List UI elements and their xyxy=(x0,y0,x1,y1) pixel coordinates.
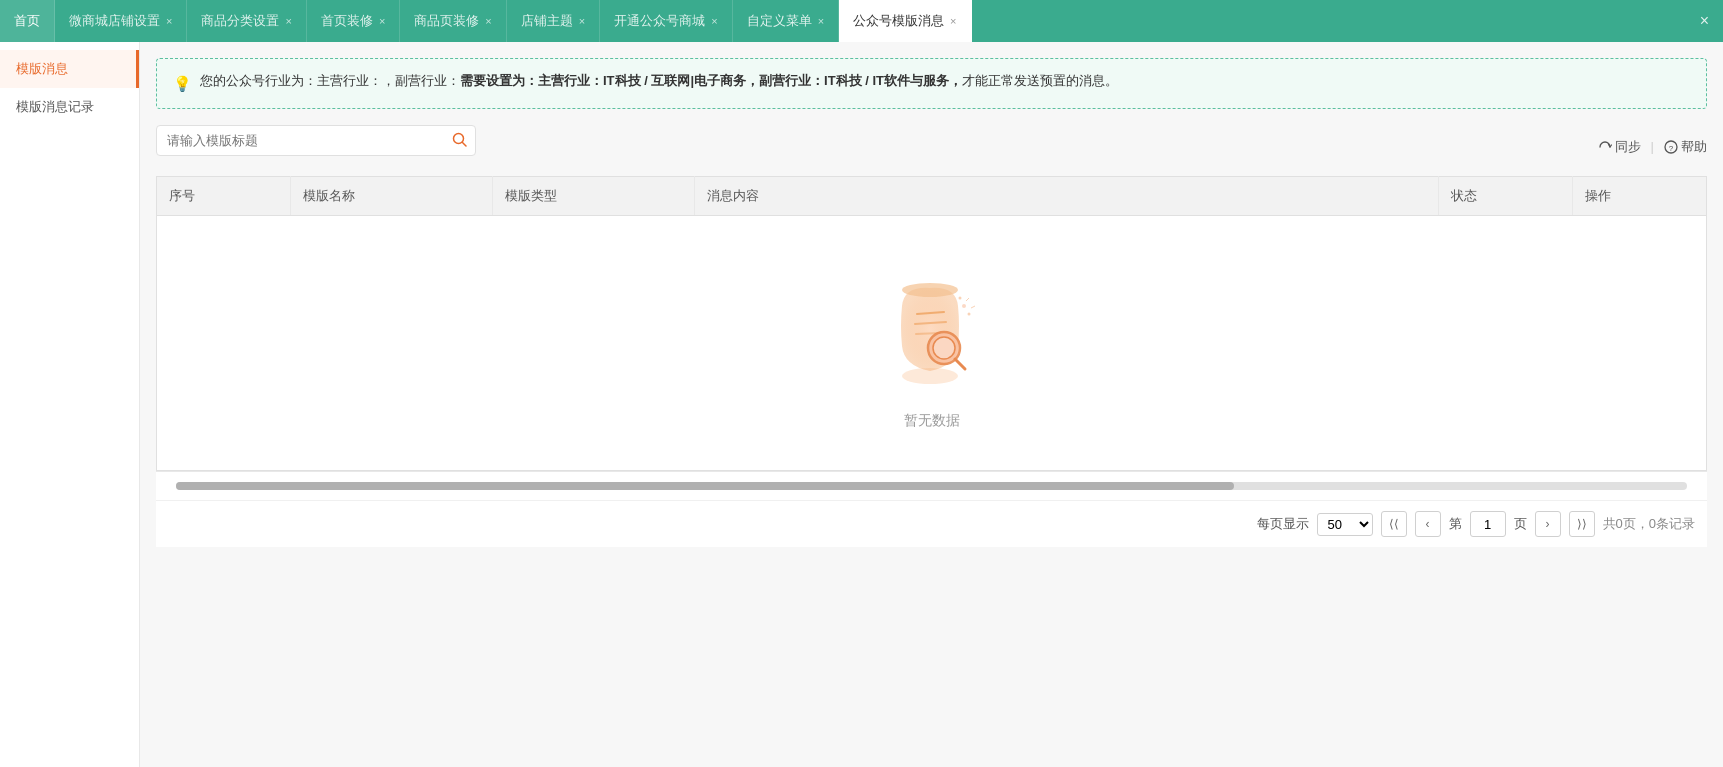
prev-page-button[interactable]: ‹ xyxy=(1415,511,1441,537)
nav-tab-product-decor-label: 商品页装修 xyxy=(414,12,479,30)
help-icon: ? xyxy=(1664,140,1678,154)
nav-tab-weshop-settings-label: 微商城店铺设置 xyxy=(69,12,160,30)
col-header-type: 模版类型 xyxy=(493,177,695,216)
industry-alert: 💡 您的公众号行业为：主营行业：，副营行业：需要设置为：主营行业：IT科技 / … xyxy=(156,58,1707,109)
sidebar-item-template-message-records-label: 模版消息记录 xyxy=(16,99,94,114)
sync-button[interactable]: 同步 xyxy=(1598,138,1641,156)
help-button[interactable]: ? 帮助 xyxy=(1664,138,1707,156)
main-content: 💡 您的公众号行业为：主营行业：，副营行业：需要设置为：主营行业：IT科技 / … xyxy=(140,42,1723,767)
alert-suffix: 才能正常发送预置的消息。 xyxy=(962,73,1118,88)
nav-tab-shop-theme[interactable]: 店铺主题 × xyxy=(507,0,600,42)
col-header-index: 序号 xyxy=(157,177,291,216)
sync-label: 同步 xyxy=(1615,138,1641,156)
nav-tab-homepage-decor[interactable]: 首页装修 × xyxy=(307,0,400,42)
close-open-mall-icon[interactable]: × xyxy=(711,16,717,27)
empty-state-icon xyxy=(872,276,992,396)
close-product-category-icon[interactable]: × xyxy=(285,16,291,27)
next-page-icon: › xyxy=(1546,517,1550,531)
next-page-button[interactable]: › xyxy=(1535,511,1561,537)
close-shop-theme-icon[interactable]: × xyxy=(579,16,585,27)
sidebar-item-template-message-records[interactable]: 模版消息记录 xyxy=(0,88,139,126)
nav-tab-home[interactable]: 首页 xyxy=(0,0,55,42)
nav-tab-product-category[interactable]: 商品分类设置 × xyxy=(187,0,306,42)
page-size-label: 每页显示 xyxy=(1257,515,1309,533)
help-label: 帮助 xyxy=(1681,138,1707,156)
svg-point-14 xyxy=(958,297,961,300)
svg-line-16 xyxy=(971,306,975,308)
sync-icon xyxy=(1598,140,1612,154)
scrollbar-track[interactable] xyxy=(176,482,1687,490)
alert-prefix: 您的公众号行业为：主营行业：，副营行业： xyxy=(200,73,460,88)
nav-tab-template-msg-label: 公众号模版消息 xyxy=(853,12,944,30)
close-all-tabs-button[interactable]: × xyxy=(1686,12,1723,30)
sidebar-item-template-message-label: 模版消息 xyxy=(16,61,68,76)
close-all-icon: × xyxy=(1700,12,1709,29)
data-table: 序号 模版名称 模版类型 消息内容 状态 操作 xyxy=(156,176,1707,471)
data-table-wrapper: 序号 模版名称 模版类型 消息内容 状态 操作 xyxy=(156,176,1707,471)
nav-tab-template-msg[interactable]: 公众号模版消息 × xyxy=(839,0,971,42)
svg-point-9 xyxy=(933,337,955,359)
current-page-prefix: 第 xyxy=(1449,515,1462,533)
svg-line-15 xyxy=(966,298,969,301)
svg-point-12 xyxy=(962,304,966,308)
last-page-icon: ⟩⟩ xyxy=(1577,517,1587,531)
empty-state: 暂无数据 xyxy=(157,216,1706,470)
alert-highlight: 需要设置为：主营行业：IT科技 / 互联网|电子商务，副营行业：IT科技 / I… xyxy=(460,73,962,88)
table-header-row: 序号 模版名称 模版类型 消息内容 状态 操作 xyxy=(157,177,1707,216)
top-nav: 首页 微商城店铺设置 × 商品分类设置 × 首页装修 × 商品页装修 × 店铺主… xyxy=(0,0,1723,42)
close-product-decor-icon[interactable]: × xyxy=(485,16,491,27)
scrollbar-thumb[interactable] xyxy=(176,482,1234,490)
total-records-text: 共0页，0条记录 xyxy=(1603,515,1695,533)
nav-tab-product-decor[interactable]: 商品页装修 × xyxy=(400,0,506,42)
nav-tab-product-category-label: 商品分类设置 xyxy=(201,12,279,30)
close-custom-menu-icon[interactable]: × xyxy=(818,16,824,27)
nav-tab-home-label: 首页 xyxy=(14,12,40,30)
search-input[interactable] xyxy=(157,126,437,155)
alert-icon: 💡 xyxy=(173,72,192,96)
pagination-bar: 每页显示 50 10 20 100 ⟨⟨ ‹ 第 页 › ⟩⟩ 共0页，0条记录 xyxy=(156,500,1707,547)
col-header-content: 消息内容 xyxy=(695,177,1439,216)
close-weshop-settings-icon[interactable]: × xyxy=(166,16,172,27)
alert-text: 您的公众号行业为：主营行业：，副营行业：需要设置为：主营行业：IT科技 / 互联… xyxy=(200,71,1690,92)
col-header-name: 模版名称 xyxy=(290,177,492,216)
current-page-suffix: 页 xyxy=(1514,515,1527,533)
search-button[interactable] xyxy=(452,132,467,150)
svg-line-1 xyxy=(463,142,467,146)
search-bar[interactable] xyxy=(156,125,476,156)
first-page-icon: ⟨⟨ xyxy=(1389,517,1399,531)
nav-tab-shop-theme-label: 店铺主题 xyxy=(521,12,573,30)
svg-point-13 xyxy=(967,313,970,316)
svg-text:?: ? xyxy=(1669,143,1674,152)
svg-line-10 xyxy=(955,359,965,369)
nav-tab-custom-menu-label: 自定义菜单 xyxy=(747,12,812,30)
nav-tab-weshop-settings[interactable]: 微商城店铺设置 × xyxy=(55,0,187,42)
current-page-input[interactable] xyxy=(1470,511,1506,537)
nav-tab-homepage-decor-label: 首页装修 xyxy=(321,12,373,30)
svg-point-11 xyxy=(902,283,958,297)
first-page-button[interactable]: ⟨⟨ xyxy=(1381,511,1407,537)
nav-tab-custom-menu[interactable]: 自定义菜单 × xyxy=(733,0,839,42)
col-header-status: 状态 xyxy=(1439,177,1573,216)
nav-tab-open-mall[interactable]: 开通公众号商城 × xyxy=(600,0,732,42)
toolbar-row: 同步 | ? 帮助 xyxy=(156,125,1707,168)
page-size-select[interactable]: 50 10 20 100 xyxy=(1317,513,1373,536)
toolbar-right: 同步 | ? 帮助 xyxy=(1598,138,1707,156)
col-header-action: 操作 xyxy=(1573,177,1707,216)
main-layout: 模版消息 模版消息记录 💡 您的公众号行业为：主营行业：，副营行业：需要设置为：… xyxy=(0,42,1723,767)
last-page-button[interactable]: ⟩⟩ xyxy=(1569,511,1595,537)
sidebar-item-template-message[interactable]: 模版消息 xyxy=(0,50,139,88)
empty-state-text: 暂无数据 xyxy=(904,412,960,430)
empty-state-row: 暂无数据 xyxy=(157,216,1707,471)
nav-tab-open-mall-label: 开通公众号商城 xyxy=(614,12,705,30)
toolbar-divider: | xyxy=(1651,139,1654,154)
horizontal-scrollbar[interactable] xyxy=(156,471,1707,500)
prev-page-icon: ‹ xyxy=(1426,517,1430,531)
close-homepage-decor-icon[interactable]: × xyxy=(379,16,385,27)
close-template-msg-icon[interactable]: × xyxy=(950,16,956,27)
sidebar: 模版消息 模版消息记录 xyxy=(0,42,140,767)
